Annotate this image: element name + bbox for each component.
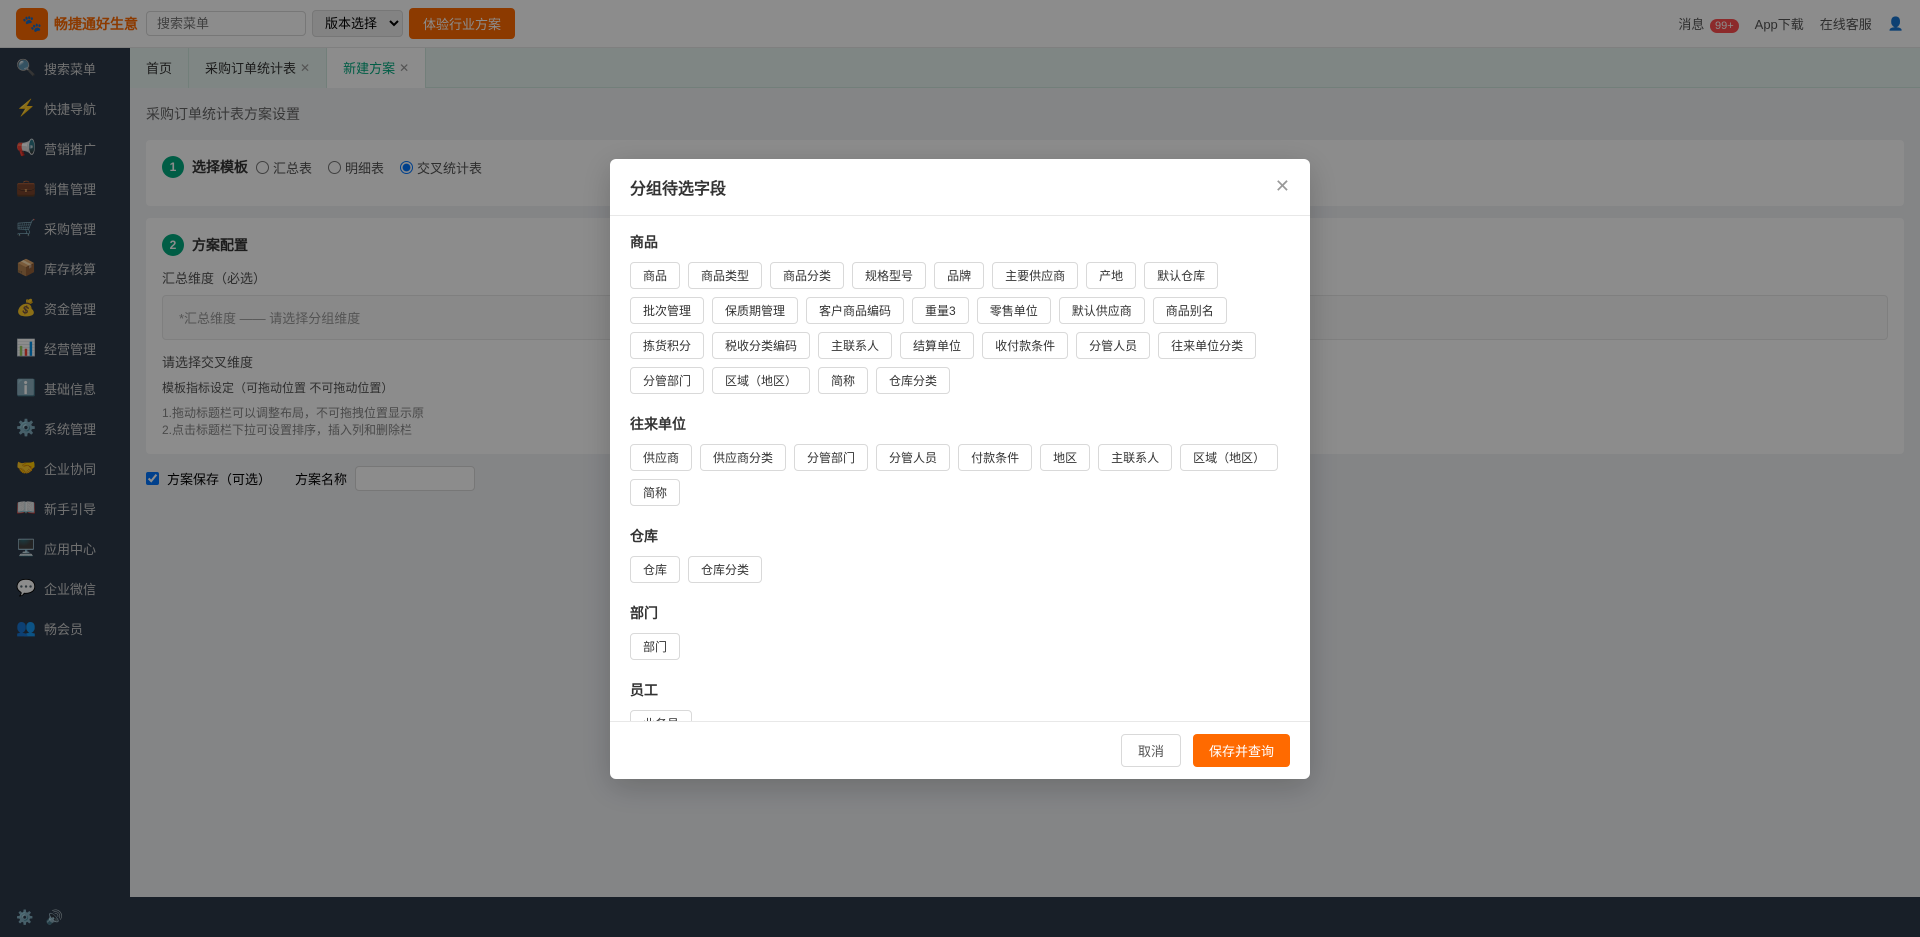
field-tag[interactable]: 区域（地区） [712, 367, 810, 394]
field-tag[interactable]: 零售单位 [977, 297, 1051, 324]
section-staff-title: 员工 [630, 680, 1290, 700]
section-product-title: 商品 [630, 232, 1290, 252]
section-warehouse: 仓库 仓库仓库分类 [630, 526, 1290, 583]
field-tag[interactable]: 区域（地区） [1180, 444, 1278, 471]
field-tag[interactable]: 供应商分类 [700, 444, 786, 471]
field-tag[interactable]: 分管人员 [1076, 332, 1150, 359]
field-tag[interactable]: 品牌 [934, 262, 984, 289]
field-tag[interactable]: 付款条件 [958, 444, 1032, 471]
field-tag[interactable]: 供应商 [630, 444, 692, 471]
field-tag[interactable]: 结算单位 [900, 332, 974, 359]
field-tag[interactable]: 仓库分类 [876, 367, 950, 394]
field-tag[interactable]: 仓库分类 [688, 556, 762, 583]
field-tag[interactable]: 默认供应商 [1059, 297, 1145, 324]
product-fields: 商品商品类型商品分类规格型号品牌主要供应商产地默认仓库批次管理保质期管理客户商品… [630, 262, 1290, 394]
field-tag[interactable]: 拣货积分 [630, 332, 704, 359]
field-tag[interactable]: 地区 [1040, 444, 1090, 471]
field-tag[interactable]: 业务员 [630, 710, 692, 721]
field-tag[interactable]: 规格型号 [852, 262, 926, 289]
field-tag[interactable]: 税收分类编码 [712, 332, 810, 359]
section-dept-title: 部门 [630, 603, 1290, 623]
modal-header: 分组待选字段 ✕ [610, 159, 1310, 216]
field-tag[interactable]: 产地 [1086, 262, 1136, 289]
field-tag[interactable]: 部门 [630, 633, 680, 660]
field-tag[interactable]: 收付款条件 [982, 332, 1068, 359]
field-tag[interactable]: 默认仓库 [1144, 262, 1218, 289]
field-tag[interactable]: 主联系人 [818, 332, 892, 359]
field-tag[interactable]: 简称 [818, 367, 868, 394]
field-tag[interactable]: 仓库 [630, 556, 680, 583]
section-warehouse-title: 仓库 [630, 526, 1290, 546]
modal-overlay: 分组待选字段 ✕ 商品 商品商品类型商品分类规格型号品牌主要供应商产地默认仓库批… [0, 0, 1920, 937]
field-tag[interactable]: 商品 [630, 262, 680, 289]
section-staff: 员工 业务员 [630, 680, 1290, 721]
field-tag[interactable]: 批次管理 [630, 297, 704, 324]
warehouse-fields: 仓库仓库分类 [630, 556, 1290, 583]
modal-close-btn[interactable]: ✕ [1275, 176, 1290, 197]
field-tag[interactable]: 简称 [630, 479, 680, 506]
field-tag[interactable]: 往来单位分类 [1158, 332, 1256, 359]
field-tag[interactable]: 分管人员 [876, 444, 950, 471]
field-tag[interactable]: 重量3 [912, 297, 969, 324]
section-partner-title: 往来单位 [630, 414, 1290, 434]
modal-body[interactable]: 商品 商品商品类型商品分类规格型号品牌主要供应商产地默认仓库批次管理保质期管理客… [610, 216, 1310, 721]
dept-fields: 部门 [630, 633, 1290, 660]
section-product: 商品 商品商品类型商品分类规格型号品牌主要供应商产地默认仓库批次管理保质期管理客… [630, 232, 1290, 394]
modal-confirm-btn[interactable]: 保存并查询 [1193, 734, 1290, 767]
field-tag[interactable]: 主联系人 [1098, 444, 1172, 471]
field-tag[interactable]: 商品类型 [688, 262, 762, 289]
field-tag[interactable]: 分管部门 [630, 367, 704, 394]
section-dept: 部门 部门 [630, 603, 1290, 660]
modal-title: 分组待选字段 [630, 175, 726, 199]
section-partner: 往来单位 供应商供应商分类分管部门分管人员付款条件地区主联系人区域（地区） 简称 [630, 414, 1290, 506]
field-tag[interactable]: 分管部门 [794, 444, 868, 471]
field-tag[interactable]: 主要供应商 [992, 262, 1078, 289]
field-tag[interactable]: 商品分类 [770, 262, 844, 289]
partner-fields: 供应商供应商分类分管部门分管人员付款条件地区主联系人区域（地区） 简称 [630, 444, 1290, 506]
field-tag[interactable]: 客户商品编码 [806, 297, 904, 324]
modal-cancel-btn[interactable]: 取消 [1121, 734, 1181, 767]
field-tag[interactable]: 保质期管理 [712, 297, 798, 324]
field-tag[interactable]: 商品别名 [1153, 297, 1227, 324]
staff-fields: 业务员 [630, 710, 1290, 721]
field-select-modal: 分组待选字段 ✕ 商品 商品商品类型商品分类规格型号品牌主要供应商产地默认仓库批… [610, 159, 1310, 779]
modal-footer: 取消 保存并查询 [610, 721, 1310, 779]
